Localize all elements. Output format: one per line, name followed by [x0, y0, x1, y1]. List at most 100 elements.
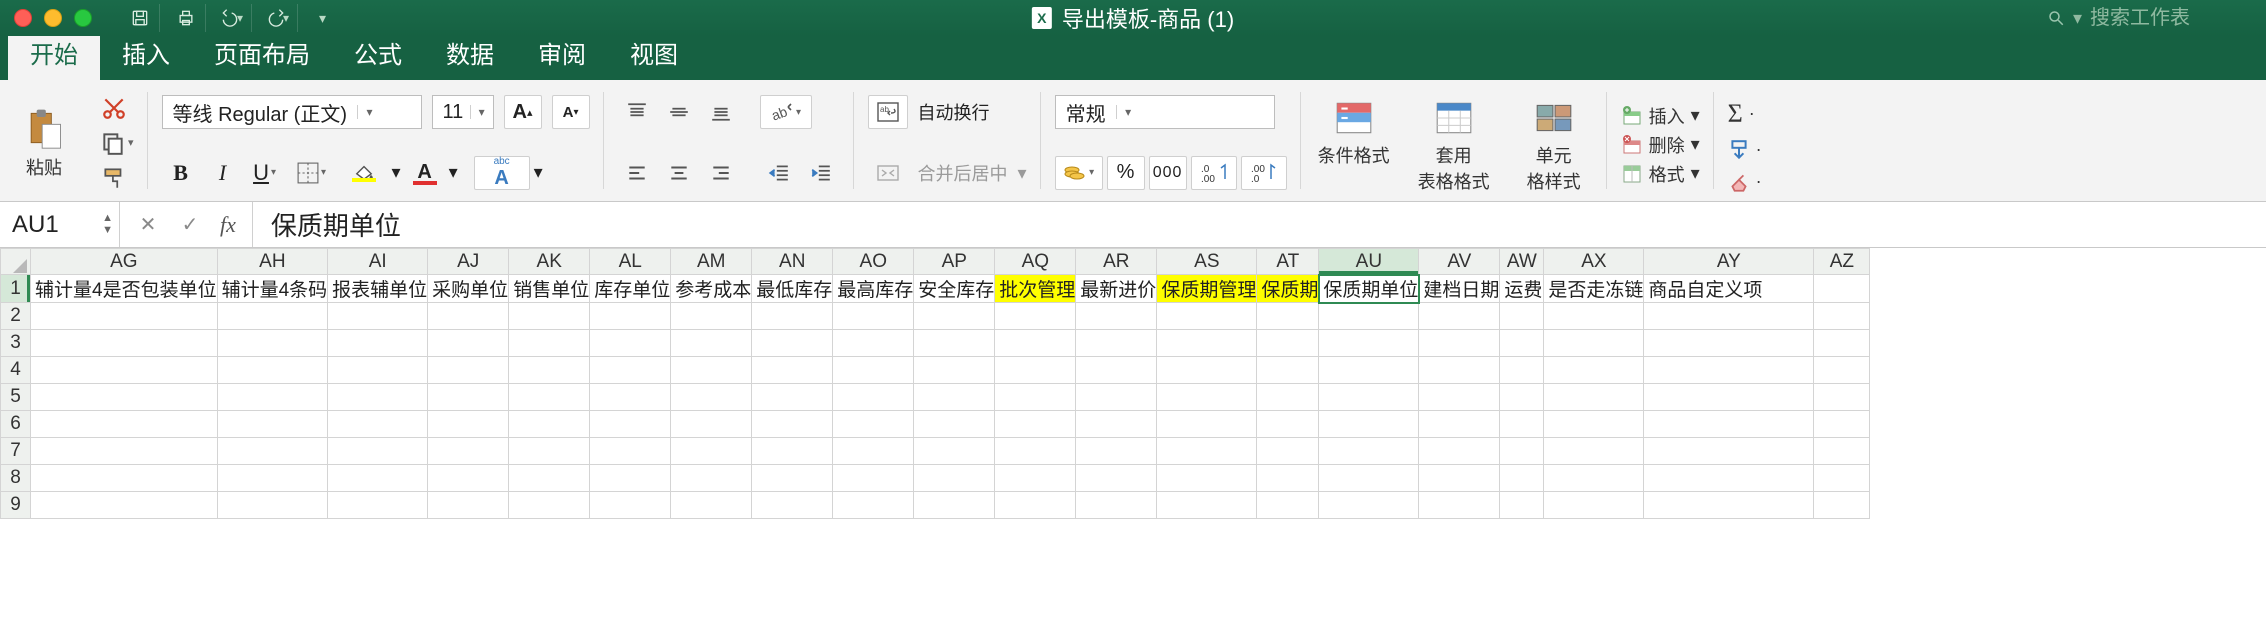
cell-AI8[interactable]: [328, 465, 428, 492]
cell-AO5[interactable]: [833, 384, 914, 411]
row-header-6[interactable]: 6: [1, 411, 31, 438]
cell-AG7[interactable]: [31, 438, 218, 465]
cell-AT9[interactable]: [1257, 492, 1319, 519]
cell-AL4[interactable]: [590, 357, 671, 384]
number-format-dropdown[interactable]: 常规 ▾: [1055, 95, 1275, 129]
cell-AP5[interactable]: [914, 384, 995, 411]
decrease-indent-button[interactable]: [760, 156, 798, 190]
close-window-button[interactable]: [14, 9, 32, 27]
cell-AN8[interactable]: [752, 465, 833, 492]
cell-AO1[interactable]: 最高库存: [833, 275, 914, 303]
cell-AJ6[interactable]: [428, 411, 509, 438]
cell-AW4[interactable]: [1500, 357, 1544, 384]
cell-AU9[interactable]: [1319, 492, 1419, 519]
cell-AZ1[interactable]: [1814, 275, 1870, 303]
cell-AQ9[interactable]: [995, 492, 1076, 519]
spreadsheet-grid[interactable]: AGAHAIAJAKALAMANAOAPAQARASATAUAVAWAXAYAZ…: [0, 248, 2266, 519]
clear-button[interactable]: ·: [1728, 171, 1762, 193]
cell-AM3[interactable]: [671, 330, 752, 357]
wrap-text-button[interactable]: ab 自动换行: [868, 95, 1027, 129]
font-name-dropdown[interactable]: 等线 Regular (正文) ▾: [162, 95, 422, 129]
cell-AS7[interactable]: [1157, 438, 1257, 465]
cell-AU2[interactable]: [1319, 303, 1419, 330]
column-header-AK[interactable]: AK: [509, 249, 590, 275]
cell-AP8[interactable]: [914, 465, 995, 492]
cell-AL6[interactable]: [590, 411, 671, 438]
cell-AI2[interactable]: [328, 303, 428, 330]
cell-AM5[interactable]: [671, 384, 752, 411]
cell-AG8[interactable]: [31, 465, 218, 492]
cell-AU6[interactable]: [1319, 411, 1419, 438]
cell-AX1[interactable]: 是否走冻链: [1544, 275, 1644, 303]
cell-AK4[interactable]: [509, 357, 590, 384]
cell-AL9[interactable]: [590, 492, 671, 519]
cell-AW3[interactable]: [1500, 330, 1544, 357]
cell-AM7[interactable]: [671, 438, 752, 465]
cell-AI3[interactable]: [328, 330, 428, 357]
cell-AY1[interactable]: 商品自定义项: [1644, 275, 1814, 303]
cell-AL7[interactable]: [590, 438, 671, 465]
select-all-corner[interactable]: [1, 249, 31, 275]
cell-AW7[interactable]: [1500, 438, 1544, 465]
cell-AG3[interactable]: [31, 330, 218, 357]
cell-AH7[interactable]: [217, 438, 328, 465]
row-header-2[interactable]: 2: [1, 303, 31, 330]
cell-AP4[interactable]: [914, 357, 995, 384]
cell-AH8[interactable]: [217, 465, 328, 492]
column-header-AJ[interactable]: AJ: [428, 249, 509, 275]
cell-AZ9[interactable]: [1814, 492, 1870, 519]
cell-AT7[interactable]: [1257, 438, 1319, 465]
cell-AQ6[interactable]: [995, 411, 1076, 438]
cut-button[interactable]: [100, 94, 128, 122]
column-header-AZ[interactable]: AZ: [1814, 249, 1870, 275]
cell-AX6[interactable]: [1544, 411, 1644, 438]
qat-customize-button[interactable]: ▾: [304, 4, 344, 32]
cell-AP2[interactable]: [914, 303, 995, 330]
row-header-3[interactable]: 3: [1, 330, 31, 357]
cell-AG6[interactable]: [31, 411, 218, 438]
cell-AK7[interactable]: [509, 438, 590, 465]
cell-AQ5[interactable]: [995, 384, 1076, 411]
column-header-AM[interactable]: AM: [671, 249, 752, 275]
column-header-AL[interactable]: AL: [590, 249, 671, 275]
cell-AM2[interactable]: [671, 303, 752, 330]
cell-AR7[interactable]: [1076, 438, 1157, 465]
cell-AR1[interactable]: 最新进价: [1076, 275, 1157, 303]
column-header-AP[interactable]: AP: [914, 249, 995, 275]
align-right-button[interactable]: [702, 156, 740, 190]
format-as-table-button[interactable]: 套用 表格格式: [1415, 97, 1493, 194]
font-color-button[interactable]: A: [405, 156, 445, 190]
cell-AS2[interactable]: [1157, 303, 1257, 330]
cell-AV1[interactable]: 建档日期: [1419, 275, 1500, 303]
cell-AS5[interactable]: [1157, 384, 1257, 411]
column-header-AO[interactable]: AO: [833, 249, 914, 275]
cell-AG5[interactable]: [31, 384, 218, 411]
fx-button[interactable]: fx: [220, 212, 236, 238]
cell-AR5[interactable]: [1076, 384, 1157, 411]
cell-AI9[interactable]: [328, 492, 428, 519]
cell-AN2[interactable]: [752, 303, 833, 330]
underline-button[interactable]: U▾: [246, 156, 284, 190]
cell-AJ9[interactable]: [428, 492, 509, 519]
name-box[interactable]: AU1 ▲▼: [0, 202, 120, 247]
column-header-AV[interactable]: AV: [1419, 249, 1500, 275]
column-header-AT[interactable]: AT: [1257, 249, 1319, 275]
cell-AJ7[interactable]: [428, 438, 509, 465]
formula-input[interactable]: 保质期单位: [253, 206, 401, 243]
row-header-7[interactable]: 7: [1, 438, 31, 465]
cell-AW9[interactable]: [1500, 492, 1544, 519]
cell-AU5[interactable]: [1319, 384, 1419, 411]
column-header-AW[interactable]: AW: [1500, 249, 1544, 275]
cell-AQ1[interactable]: 批次管理: [995, 275, 1076, 303]
cell-AV2[interactable]: [1419, 303, 1500, 330]
cell-AY9[interactable]: [1644, 492, 1814, 519]
percent-format-button[interactable]: %: [1107, 156, 1145, 190]
cell-AX4[interactable]: [1544, 357, 1644, 384]
cell-AS4[interactable]: [1157, 357, 1257, 384]
cell-AW8[interactable]: [1500, 465, 1544, 492]
cell-AR6[interactable]: [1076, 411, 1157, 438]
cell-AK2[interactable]: [509, 303, 590, 330]
cell-AR8[interactable]: [1076, 465, 1157, 492]
increase-decimal-button[interactable]: .0.00: [1191, 156, 1237, 190]
conditional-formatting-button[interactable]: 条件格式: [1315, 97, 1393, 168]
